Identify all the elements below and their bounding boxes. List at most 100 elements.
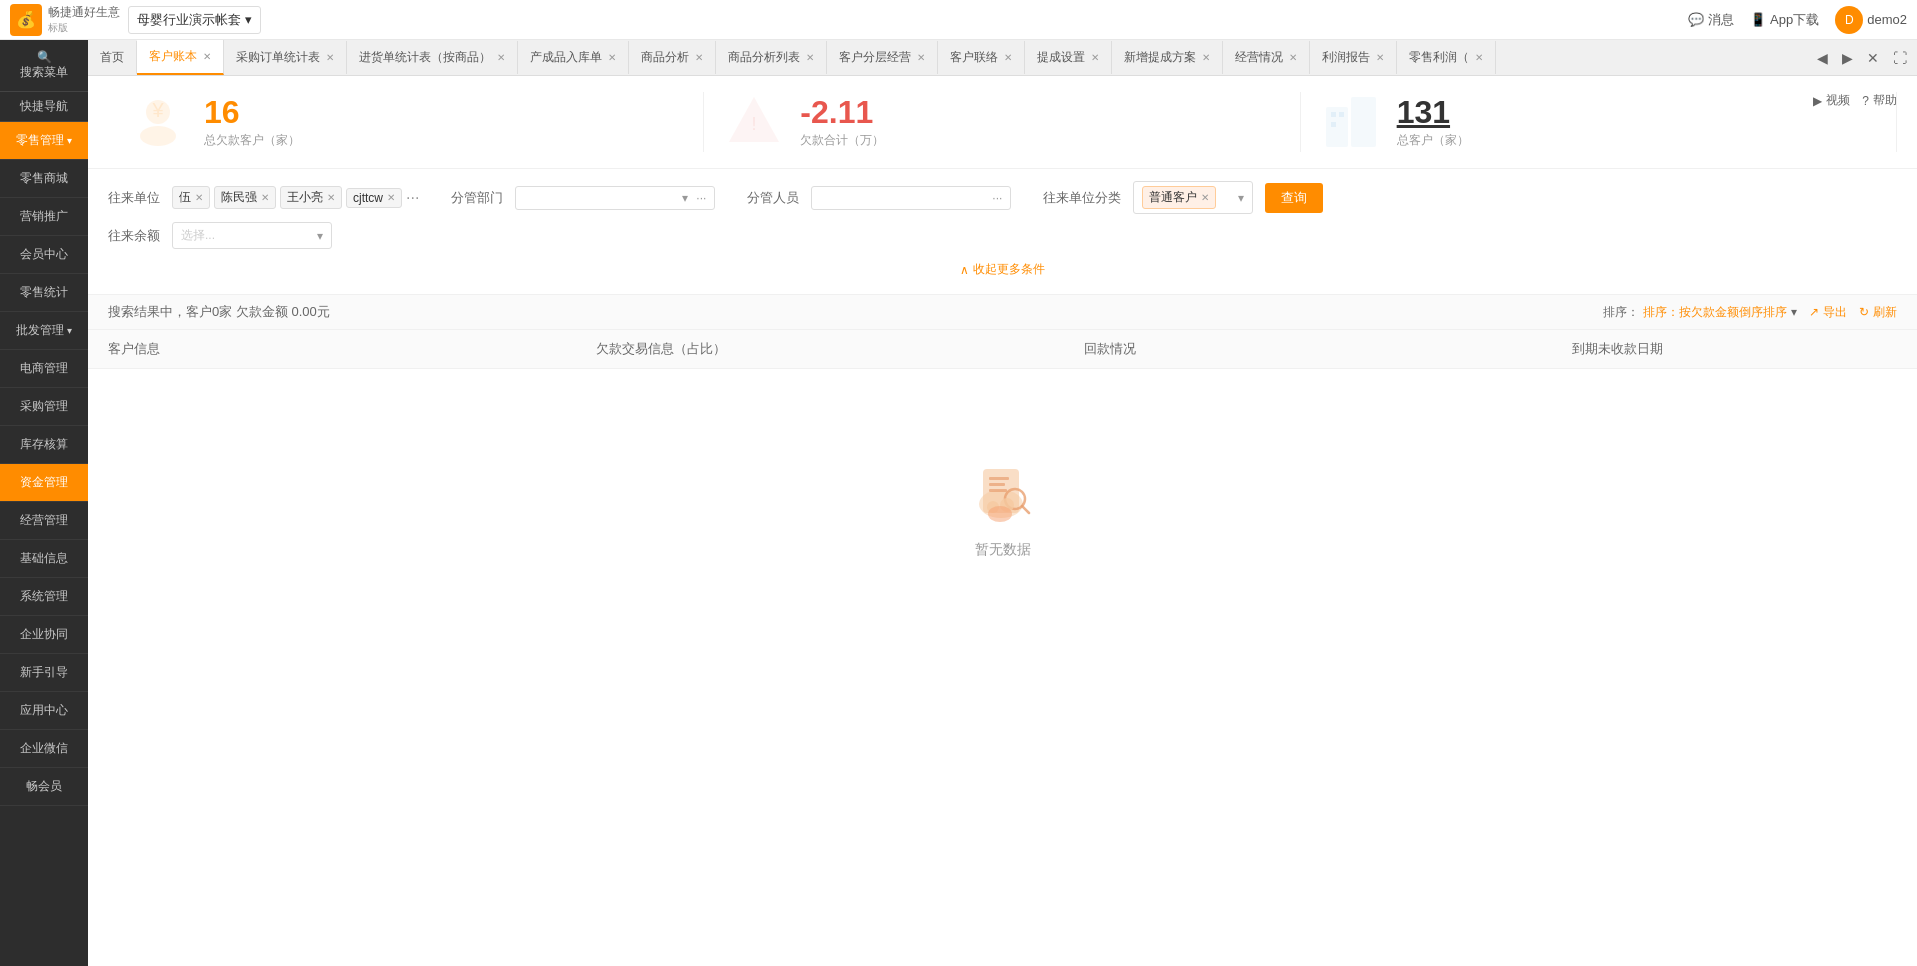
tab-customer-account[interactable]: 客户账本 ✕ bbox=[137, 40, 224, 75]
sidebar-item-vip-member[interactable]: 畅会员 bbox=[0, 768, 88, 806]
remove-tag-cjttcw[interactable]: ✕ bbox=[387, 192, 395, 203]
sidebar-item-inventory[interactable]: 库存核算 bbox=[0, 426, 88, 464]
sidebar-item-marketing[interactable]: 营销推广 bbox=[0, 198, 88, 236]
tab-stock-stats[interactable]: 进货单统计表（按商品） ✕ bbox=[347, 41, 518, 74]
remove-tag-wu[interactable]: ✕ bbox=[195, 192, 203, 203]
message-button[interactable]: 💬 消息 bbox=[1688, 11, 1734, 29]
tab-retail-profit[interactable]: 零售利润（ ✕ bbox=[1397, 41, 1496, 74]
sidebar-item-enterprise-collab[interactable]: 企业协同 bbox=[0, 616, 88, 654]
filter-category-select[interactable]: 普通客户 ✕ ▾ bbox=[1133, 181, 1253, 214]
chevron-down-icon: ▾ bbox=[67, 135, 72, 146]
sidebar-item-retail-mall[interactable]: 零售商城 bbox=[0, 160, 88, 198]
top-bar-right: 💬 消息 📱 App下载 D demo2 bbox=[1688, 6, 1907, 34]
sidebar-item-operations[interactable]: 经营管理 bbox=[0, 502, 88, 540]
help-button[interactable]: ? 帮助 bbox=[1862, 92, 1897, 109]
filter-tag-cjttcw: cjttcw ✕ bbox=[346, 188, 402, 208]
ellipsis-icon: ··· bbox=[992, 191, 1002, 205]
tab-customer-tier[interactable]: 客户分层经营 ✕ bbox=[827, 41, 938, 74]
phone-icon: 📱 bbox=[1750, 12, 1766, 27]
svg-text:¥: ¥ bbox=[151, 99, 164, 121]
chevron-down-icon: ▾ bbox=[317, 229, 323, 243]
collapse-button[interactable]: ∧ 收起更多条件 bbox=[960, 261, 1045, 278]
remove-tag-ordinary[interactable]: ✕ bbox=[1201, 192, 1209, 203]
remove-tag-chen[interactable]: ✕ bbox=[261, 192, 269, 203]
tab-close-customer-account[interactable]: ✕ bbox=[203, 51, 211, 62]
tab-home[interactable]: 首页 bbox=[88, 41, 137, 74]
tab-production[interactable]: 产成品入库单 ✕ bbox=[518, 41, 629, 74]
ellipsis-icon: ··· bbox=[696, 191, 706, 205]
stat-label-customers: 总欠款客户（家） bbox=[204, 132, 300, 149]
tab-close-stock-stats[interactable]: ✕ bbox=[497, 52, 505, 63]
sidebar-item-finance[interactable]: 资金管理 bbox=[0, 464, 88, 502]
sidebar-item-enterprise-wechat[interactable]: 企业微信 bbox=[0, 730, 88, 768]
tab-goods-analysis[interactable]: 商品分析 ✕ bbox=[629, 41, 716, 74]
tab-close-goods-analysis[interactable]: ✕ bbox=[695, 52, 703, 63]
tab-customer-contact[interactable]: 客户联络 ✕ bbox=[938, 41, 1025, 74]
tab-close-customer-contact[interactable]: ✕ bbox=[1004, 52, 1012, 63]
sidebar-item-system[interactable]: 系统管理 bbox=[0, 578, 88, 616]
tab-next-button[interactable]: ▶ bbox=[1836, 46, 1859, 70]
store-selector[interactable]: 母婴行业演示帐套 ▾ bbox=[128, 6, 261, 34]
tab-close-new-promotion[interactable]: ✕ bbox=[1202, 52, 1210, 63]
sidebar-item-batch-mgmt[interactable]: 批发管理 ▾ bbox=[0, 312, 88, 350]
video-help-button[interactable]: ▶ 视频 bbox=[1813, 92, 1850, 109]
tab-goods-analysis-list[interactable]: 商品分析列表 ✕ bbox=[716, 41, 827, 74]
svg-line-16 bbox=[1022, 506, 1029, 513]
sidebar-item-members[interactable]: 会员中心 bbox=[0, 236, 88, 274]
tab-profit-report[interactable]: 利润报告 ✕ bbox=[1310, 41, 1397, 74]
search-icon: 🔍 bbox=[37, 50, 52, 64]
tab-purchase-order[interactable]: 采购订单统计表 ✕ bbox=[224, 41, 347, 74]
tab-close-all-button[interactable]: ✕ bbox=[1861, 46, 1885, 70]
tab-close-customer-tier[interactable]: ✕ bbox=[917, 52, 925, 63]
tab-close-purchase-order[interactable]: ✕ bbox=[326, 52, 334, 63]
svg-rect-6 bbox=[1351, 97, 1376, 147]
top-bar: 💰 畅捷通好生意 标版 母婴行业演示帐套 ▾ 💬 消息 📱 App下载 D de… bbox=[0, 0, 1917, 40]
tab-promotion-settings[interactable]: 提成设置 ✕ bbox=[1025, 41, 1112, 74]
table-header-debt: 欠款交易信息（占比） bbox=[596, 340, 1084, 358]
refresh-button[interactable]: ↻ 刷新 bbox=[1859, 304, 1897, 321]
sidebar-item-basic-info[interactable]: 基础信息 bbox=[0, 540, 88, 578]
sort-select[interactable]: 排序： 排序：按欠款金额倒序排序 ▾ bbox=[1603, 304, 1797, 321]
tab-close-profit-report[interactable]: ✕ bbox=[1376, 52, 1384, 63]
app-download-button[interactable]: 📱 App下载 bbox=[1750, 11, 1819, 29]
tab-prev-button[interactable]: ◀ bbox=[1811, 46, 1834, 70]
result-actions: 排序： 排序：按欠款金额倒序排序 ▾ ↗ 导出 ↻ 刷新 bbox=[1603, 304, 1897, 321]
tab-close-goods-analysis-list[interactable]: ✕ bbox=[806, 52, 814, 63]
export-button[interactable]: ↗ 导出 bbox=[1809, 304, 1847, 321]
sidebar-item-ecommerce[interactable]: 电商管理 bbox=[0, 350, 88, 388]
tab-new-promotion[interactable]: 新增提成方案 ✕ bbox=[1112, 41, 1223, 74]
filter-balance-select[interactable]: 选择... ▾ bbox=[172, 222, 332, 249]
stat-values-total: 131 总客户（家） bbox=[1397, 96, 1469, 149]
user-menu[interactable]: D demo2 bbox=[1835, 6, 1907, 34]
tab-close-promotion-settings[interactable]: ✕ bbox=[1091, 52, 1099, 63]
sidebar-item-retail-mgmt[interactable]: 零售管理 ▾ bbox=[0, 122, 88, 160]
tab-close-retail-profit[interactable]: ✕ bbox=[1475, 52, 1483, 63]
data-table: 客户信息 欠款交易信息（占比） 回款情况 到期未收款日期 bbox=[88, 330, 1917, 639]
table-header-customer: 客户信息 bbox=[108, 340, 596, 358]
stat-help-area: ▶ 视频 ? 帮助 bbox=[1813, 92, 1897, 109]
sidebar-quick-nav[interactable]: 快捷导航 bbox=[0, 92, 88, 122]
filter-person-select[interactable]: ··· bbox=[811, 186, 1011, 210]
query-button[interactable]: 查询 bbox=[1265, 183, 1323, 213]
tab-close-business-status[interactable]: ✕ bbox=[1289, 52, 1297, 63]
tab-close-production[interactable]: ✕ bbox=[608, 52, 616, 63]
empty-state: 暂无数据 bbox=[88, 369, 1917, 639]
remove-tag-wang[interactable]: ✕ bbox=[327, 192, 335, 203]
tab-maximize-button[interactable]: ⛶ bbox=[1887, 46, 1913, 70]
filter-department-label: 分管部门 bbox=[451, 189, 503, 207]
sidebar-item-app-center[interactable]: 应用中心 bbox=[0, 692, 88, 730]
filter-department-select[interactable]: ▾ ··· bbox=[515, 186, 715, 210]
chevron-down-icon: ▾ bbox=[67, 325, 72, 336]
sidebar-search[interactable]: 🔍 搜索菜单 bbox=[0, 40, 88, 92]
filter-more-tags[interactable]: ··· bbox=[406, 189, 419, 207]
sidebar-item-new-guide[interactable]: 新手引导 bbox=[0, 654, 88, 692]
video-icon: ▶ bbox=[1813, 94, 1822, 108]
filter-area: 往来单位 伍 ✕ 陈民强 ✕ 王小亮 ✕ bbox=[88, 169, 1917, 295]
stat-icon-customers: ¥ bbox=[128, 92, 188, 152]
sidebar-item-retail-stats[interactable]: 零售统计 bbox=[0, 274, 88, 312]
tab-business-status[interactable]: 经营情况 ✕ bbox=[1223, 41, 1310, 74]
sidebar-item-purchase[interactable]: 采购管理 bbox=[0, 388, 88, 426]
top-bar-left: 💰 畅捷通好生意 标版 母婴行业演示帐套 ▾ bbox=[10, 4, 261, 36]
table-header-recovery: 回款情况 bbox=[1084, 340, 1572, 358]
stat-total-owed-customers: ¥ 16 总欠款客户（家） bbox=[108, 92, 704, 152]
